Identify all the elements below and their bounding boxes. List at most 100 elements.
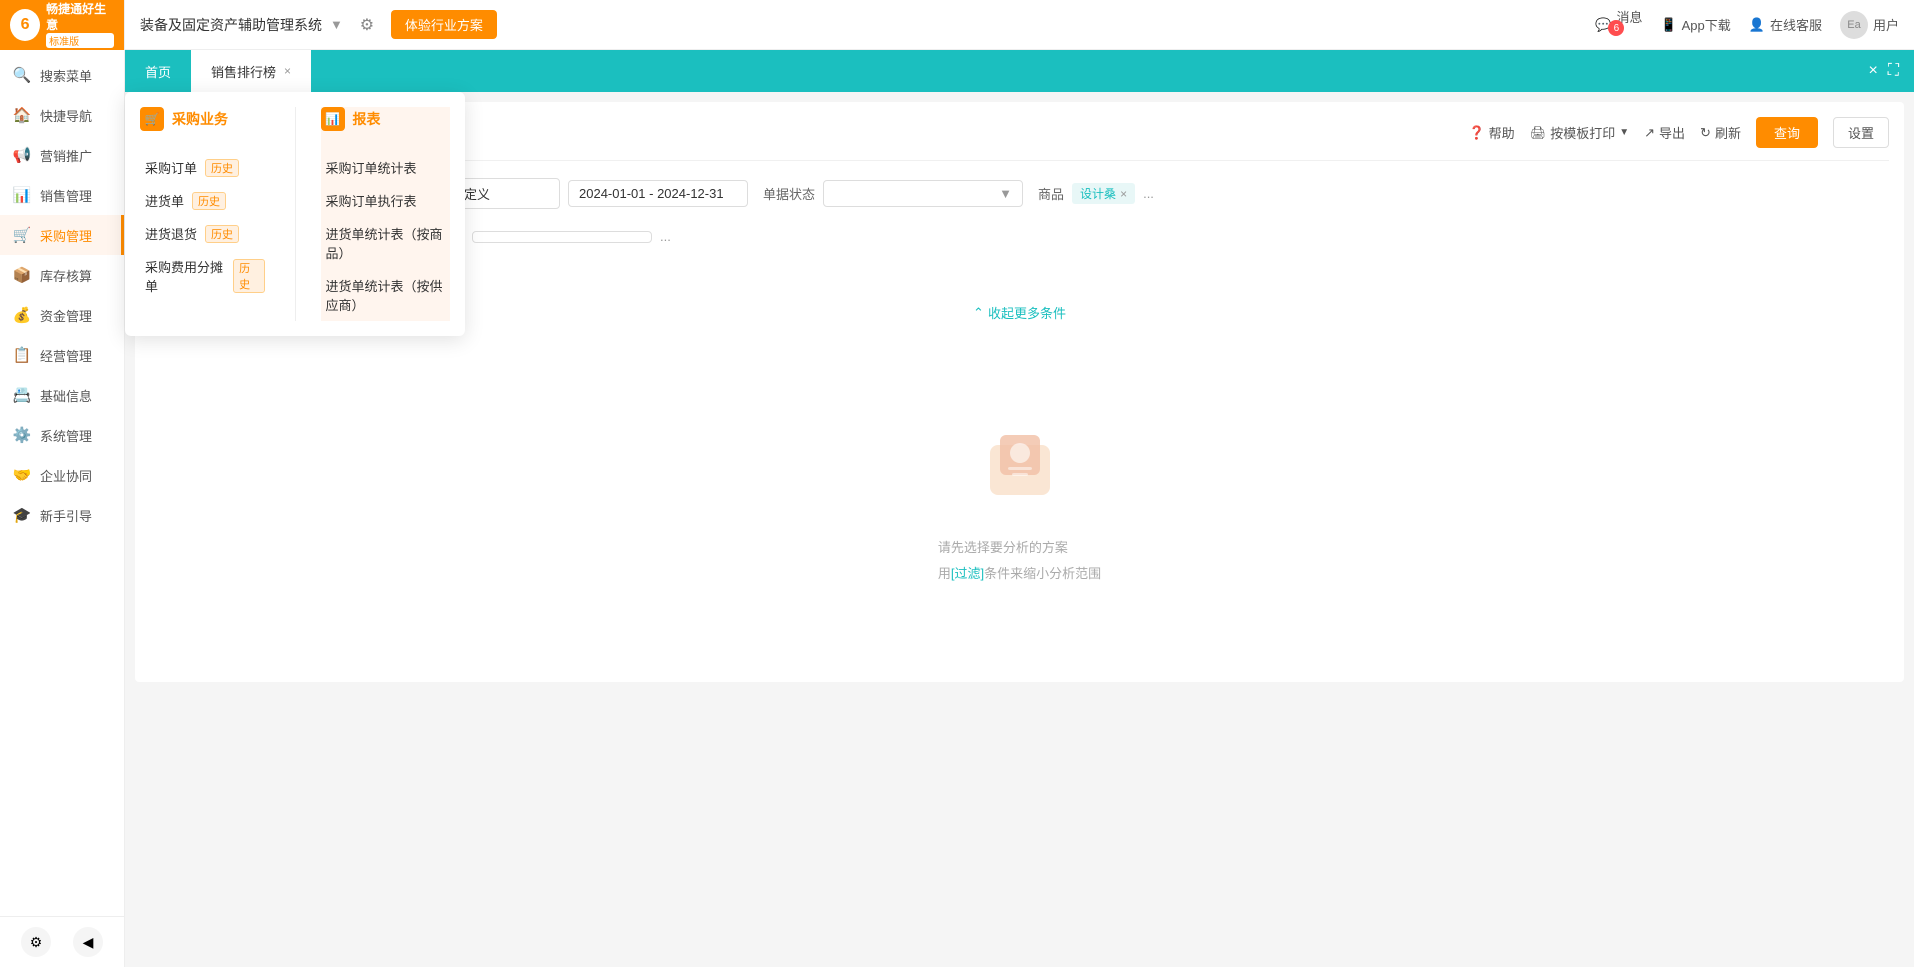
sidebar-item-guide-label: 新手引导 <box>40 506 92 525</box>
empty-line1: 请先选择要分析的方案 <box>938 535 1101 561</box>
sidebar-item-search-label: 搜索菜单 <box>40 66 92 85</box>
sidebar-item-operations[interactable]: 📋 经营管理 <box>0 335 124 375</box>
online-service-btn[interactable]: 👤 在线客服 <box>1749 15 1822 34</box>
purchase-col-title: 采购业务 <box>172 109 228 129</box>
dropdown-item-return[interactable]: 进货退货 历史 <box>140 217 270 250</box>
sidebar-item-purchase[interactable]: 🛒 采购管理 <box>0 215 124 255</box>
sidebar-item-quick-nav[interactable]: 🏠 快捷导航 <box>0 95 124 135</box>
collapse-footer-btn[interactable]: ◀ <box>73 927 103 957</box>
purchase-col-header: 🛒 采购业务 <box>140 107 270 139</box>
header-gear-btn[interactable]: ⚙ <box>353 11 381 39</box>
dropdown-item-inbound-stats-supplier[interactable]: 进货单统计表（按供应商） <box>321 269 451 321</box>
sidebar-item-inventory[interactable]: 📦 库存核算 <box>0 255 124 295</box>
sidebar-item-marketing-label: 营销推广 <box>40 146 92 165</box>
app-download-btn[interactable]: 📱 App下载 <box>1660 15 1730 34</box>
sidebar: 6 畅捷通好生意 标准版 🔍 搜索菜单 🏠 快捷导航 📢 营销推广 📊 销售管理… <box>0 0 125 967</box>
finance-icon: 💰 <box>12 305 32 325</box>
sidebar-item-guide[interactable]: 🎓 新手引导 <box>0 495 124 535</box>
header-right: 💬 消息 6 📱 App下载 👤 在线客服 Ea 用户 <box>1595 7 1899 42</box>
sidebar-item-cooperation[interactable]: 🤝 企业协同 <box>0 455 124 495</box>
inventory-icon: 📦 <box>12 265 32 285</box>
dropdown-item-inbound-stats-goods[interactable]: 进货单统计表（按商品） <box>321 217 451 269</box>
tab-sales-ranking-label: 销售排行榜 <box>211 62 276 81</box>
salesperson-dots[interactable]: ... <box>660 229 671 244</box>
home-icon: 🏠 <box>12 105 32 125</box>
purchase-col-icon: 🛒 <box>140 107 164 131</box>
dropdown-item-purchase-order-stats[interactable]: 采购订单统计表 <box>321 151 451 184</box>
sidebar-item-finance[interactable]: 💰 资金管理 <box>0 295 124 335</box>
sidebar-item-sales[interactable]: 📊 销售管理 <box>0 175 124 215</box>
doc-status-arrow-icon: ▼ <box>999 186 1012 201</box>
sidebar-item-inventory-label: 库存核算 <box>40 266 92 285</box>
settings-footer-btn[interactable]: ⚙ <box>21 927 51 957</box>
sidebar-menu: 🔍 搜索菜单 🏠 快捷导航 📢 营销推广 📊 销售管理 🛒 采购管理 📦 库存核… <box>0 50 124 916</box>
industry-btn[interactable]: 体验行业方案 <box>391 10 497 39</box>
filter-highlight: [过滤] <box>951 566 984 581</box>
expense-history-badge: 历史 <box>233 259 264 293</box>
goods-more-dots[interactable]: ... <box>1143 186 1154 201</box>
logo-badge: 标准版 <box>46 33 114 48</box>
purchase-order-stats-label: 采购订单统计表 <box>326 158 417 177</box>
user-avatar-btn[interactable]: Ea 用户 <box>1840 11 1899 39</box>
refresh-btn[interactable]: ↻ 刷新 <box>1700 123 1741 142</box>
inbound-stats-supplier-label: 进货单统计表（按供应商） <box>326 276 446 314</box>
settings-btn[interactable]: 设置 <box>1833 117 1889 148</box>
sidebar-item-sales-label: 销售管理 <box>40 186 92 205</box>
help-label: 帮助 <box>1489 123 1515 142</box>
empty-text: 请先选择要分析的方案 用[过滤]条件来缩小分析范围 <box>938 535 1101 587</box>
maximize-window-btn[interactable]: ⛶ <box>1888 62 1899 80</box>
basic-info-icon: 📇 <box>12 385 32 405</box>
refresh-icon: ↻ <box>1700 125 1711 141</box>
collapse-up-icon: ⌃ <box>973 305 984 321</box>
help-btn[interactable]: ❓ 帮助 <box>1468 123 1514 142</box>
tab-home[interactable]: 首页 <box>125 50 191 92</box>
help-icon: ❓ <box>1468 125 1484 141</box>
print-label: 按模板打印 <box>1550 123 1615 142</box>
refresh-label: 刷新 <box>1715 123 1741 142</box>
dropdown-columns: 🛒 采购业务 采购订单 历史 进货单 历史 进货退货 历史 采购费用分摊单 历史 <box>140 107 450 321</box>
report-col-header: 📊 报表 <box>321 107 451 139</box>
tab-sales-ranking[interactable]: 销售排行榜 × <box>191 50 311 92</box>
message-btn[interactable]: 💬 消息 6 <box>1595 7 1642 42</box>
sidebar-logo: 6 畅捷通好生意 标准版 <box>0 0 124 50</box>
report-col: 📊 报表 采购订单统计表 采购订单执行表 进货单统计表（按商品） 进货单统计表（… <box>321 107 451 321</box>
dropdown-item-purchase-order-exec[interactable]: 采购订单执行表 <box>321 184 451 217</box>
cooperation-icon: 🤝 <box>12 465 32 485</box>
sidebar-item-marketing[interactable]: 📢 营销推广 <box>0 135 124 175</box>
dropdown-divider <box>295 107 296 321</box>
goods-tag-close-icon[interactable]: × <box>1120 187 1127 201</box>
goods-tag[interactable]: 设计桑 × <box>1072 183 1135 204</box>
print-btn[interactable]: 🖨 按模板打印 ▼ <box>1530 123 1629 142</box>
purchase-col: 🛒 采购业务 采购订单 历史 进货单 历史 进货退货 历史 采购费用分摊单 历史 <box>140 107 270 321</box>
dropdown-item-purchase-order[interactable]: 采购订单 历史 <box>140 151 270 184</box>
goods-label: 商品 <box>1038 184 1064 203</box>
tab-close-btn[interactable]: × <box>284 64 291 78</box>
purchase-order-exec-label: 采购订单执行表 <box>326 191 417 210</box>
tabs-bar: 首页 销售排行榜 × × ⛶ <box>125 50 1914 92</box>
user-label: 用户 <box>1873 15 1899 34</box>
dropdown-item-expense[interactable]: 采购费用分摊单 历史 <box>140 250 270 302</box>
sidebar-item-system[interactable]: ⚙️ 系统管理 <box>0 415 124 455</box>
date-range-input[interactable]: 2024-01-01 - 2024-12-31 <box>568 180 748 207</box>
header-dropdown-arrow[interactable]: ▼ <box>330 17 343 32</box>
sidebar-item-search[interactable]: 🔍 搜索菜单 <box>0 55 124 95</box>
settings-footer-icon: ⚙ <box>30 934 43 951</box>
app-download-label: App下载 <box>1682 15 1731 34</box>
return-history-badge: 历史 <box>205 225 239 243</box>
doc-status-select[interactable]: ▼ <box>823 180 1023 207</box>
close-window-btn[interactable]: × <box>1868 62 1877 80</box>
query-btn[interactable]: 查询 <box>1756 117 1818 148</box>
logo-name: 畅捷通好生意 <box>46 2 114 33</box>
goods-tag-value: 设计桑 <box>1080 185 1116 202</box>
salesperson-select[interactable] <box>472 231 652 243</box>
export-btn[interactable]: ↗ 导出 <box>1644 123 1685 142</box>
dropdown-item-inbound[interactable]: 进货单 历史 <box>140 184 270 217</box>
purchase-order-history-badge: 历史 <box>205 159 239 177</box>
sidebar-item-quick-nav-label: 快捷导航 <box>40 106 92 125</box>
sidebar-item-basic-info[interactable]: 📇 基础信息 <box>0 375 124 415</box>
sidebar-item-operations-label: 经营管理 <box>40 346 92 365</box>
purchase-order-label: 采购订单 <box>145 158 197 177</box>
print-icon: 🖨 <box>1530 125 1547 141</box>
doc-status-label: 单据状态 <box>763 184 815 203</box>
filter-doc-status: 单据状态 ▼ <box>763 180 1023 207</box>
